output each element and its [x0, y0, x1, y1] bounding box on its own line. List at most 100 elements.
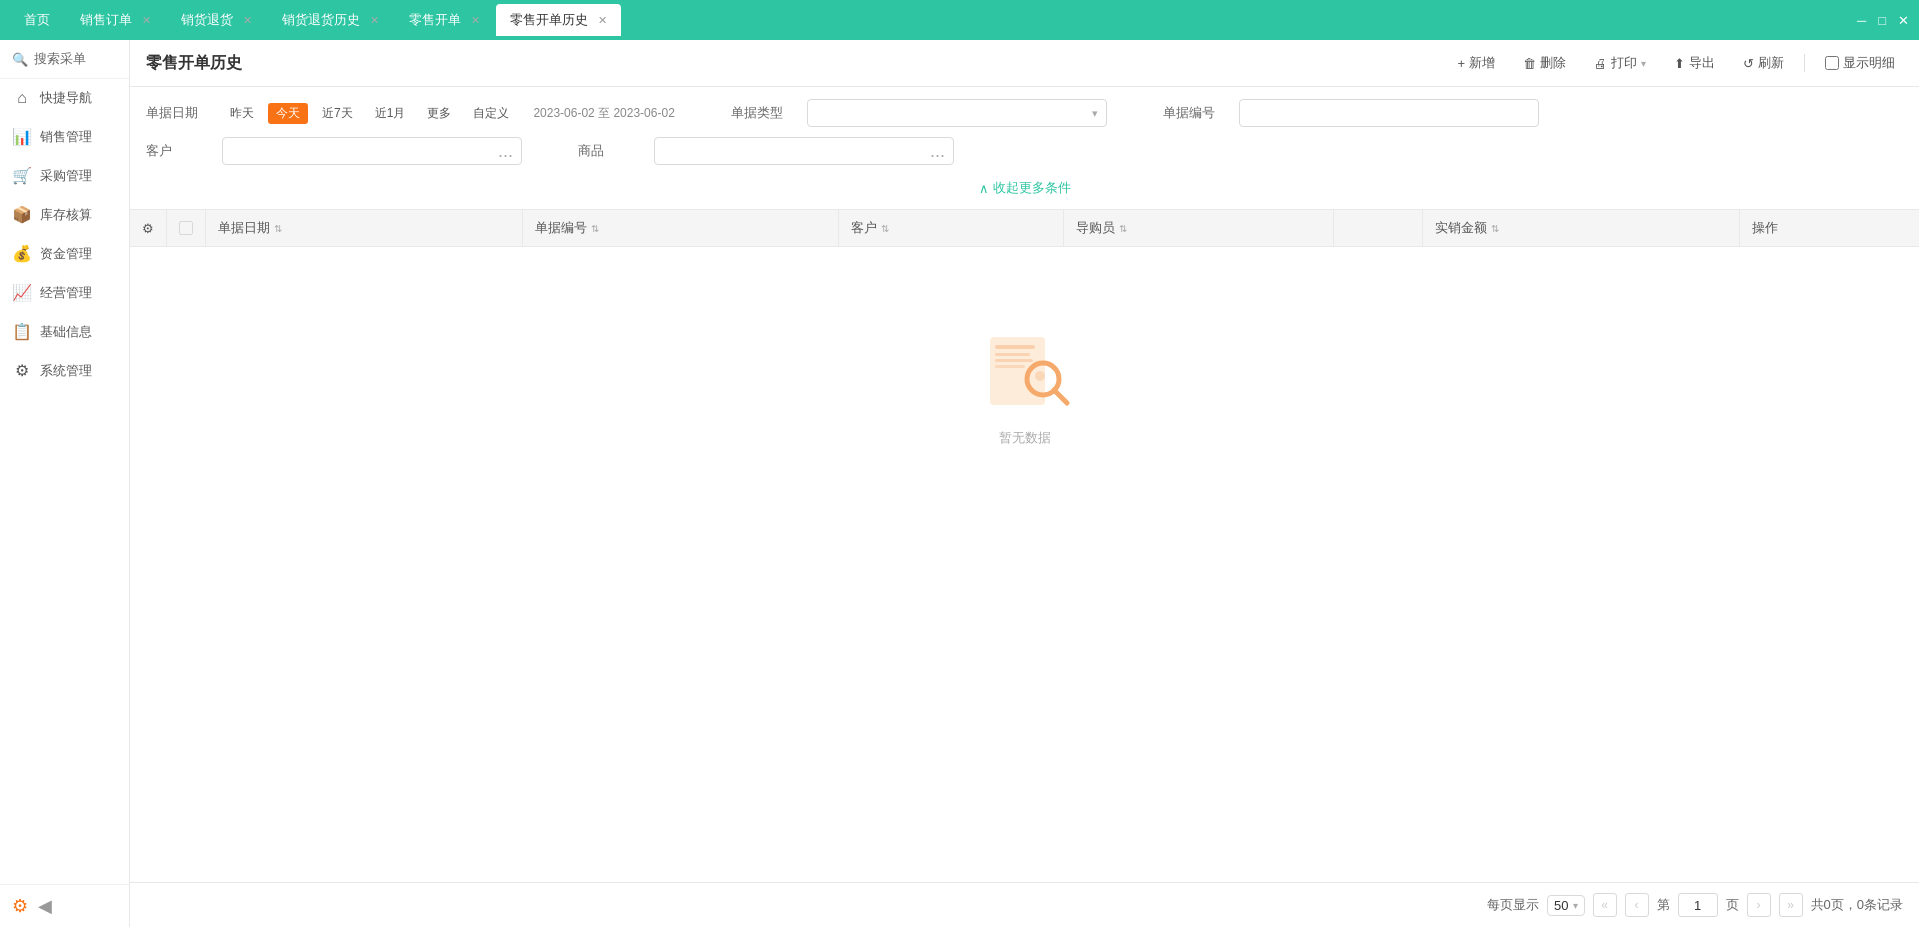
- sidebar-item-inventory[interactable]: 📦 库存核算: [0, 195, 129, 234]
- tab-retail-open-close[interactable]: ✕: [471, 14, 480, 27]
- purchase-icon: 🛒: [12, 166, 32, 185]
- basic-info-icon: 📋: [12, 322, 32, 341]
- refresh-button[interactable]: ↺ 刷新: [1735, 50, 1792, 76]
- delete-label: 删除: [1540, 54, 1566, 72]
- last-page-icon: »: [1787, 898, 1794, 912]
- sidebar-item-system[interactable]: ⚙ 系统管理: [0, 351, 129, 390]
- page-number-input[interactable]: [1678, 893, 1718, 917]
- th-settings[interactable]: ⚙: [130, 210, 167, 247]
- date-opt-last1month[interactable]: 近1月: [367, 103, 414, 124]
- delete-button[interactable]: 🗑 删除: [1515, 50, 1574, 76]
- maximize-button[interactable]: □: [1878, 14, 1886, 27]
- minimize-button[interactable]: ─: [1857, 14, 1866, 27]
- prev-page-button[interactable]: ‹: [1625, 893, 1649, 917]
- collapse-icon: ∧: [979, 181, 989, 196]
- orderno-filter-input[interactable]: [1239, 99, 1539, 127]
- th-amount[interactable]: 实销金额 ⇅: [1423, 210, 1740, 247]
- home-icon: ⌂: [12, 89, 32, 107]
- tab-retail-open[interactable]: 零售开单 ✕: [395, 4, 494, 36]
- filter-panel: 单据日期 昨天 今天 近7天 近1月 更多 自定义 2023-06-02 至 2…: [130, 87, 1919, 210]
- add-button[interactable]: + 新增: [1449, 50, 1503, 76]
- export-button[interactable]: ⬆ 导出: [1666, 50, 1723, 76]
- content-area: 零售开单历史 + 新增 🗑 删除 🖨 打印 ▾ ⬆ 导出: [130, 40, 1919, 927]
- date-opt-today[interactable]: 今天: [268, 103, 308, 124]
- last-page-button[interactable]: »: [1779, 893, 1803, 917]
- tab-sales-order-label: 销售订单: [80, 11, 132, 29]
- sidebar-item-operations[interactable]: 📈 经营管理: [0, 273, 129, 312]
- th-customer-label: 客户: [851, 219, 877, 237]
- sidebar-item-finance[interactable]: 💰 资金管理: [0, 234, 129, 273]
- th-checkbox[interactable]: [167, 210, 206, 247]
- prev-page-icon: ‹: [1635, 898, 1639, 912]
- select-all-checkbox[interactable]: [179, 221, 193, 235]
- sidebar-item-operations-label: 经营管理: [40, 284, 92, 302]
- type-filter-arrow: ▾: [1092, 107, 1098, 120]
- date-opt-yesterday[interactable]: 昨天: [222, 103, 262, 124]
- first-page-button[interactable]: «: [1593, 893, 1617, 917]
- window-controls: ─ □ ✕: [1857, 14, 1909, 27]
- th-actions: 操作: [1739, 210, 1919, 247]
- svg-rect-3: [995, 359, 1033, 362]
- sidebar-item-sales[interactable]: 📊 销售管理: [0, 117, 129, 156]
- collapse-more-button[interactable]: ∧ 收起更多条件: [146, 175, 1903, 201]
- product-filter-label: 商品: [578, 142, 638, 160]
- th-order-no-label: 单据编号: [535, 219, 587, 237]
- tab-home[interactable]: 首页: [10, 4, 64, 36]
- th-order-no[interactable]: 单据编号 ⇅: [522, 210, 839, 247]
- product-dots-icon: ...: [930, 142, 945, 160]
- display-detail-checkbox[interactable]: [1825, 56, 1839, 70]
- date-opt-more[interactable]: 更多: [419, 103, 459, 124]
- th-actions-label: 操作: [1752, 220, 1778, 235]
- th-salesperson[interactable]: 导购员 ⇅: [1063, 210, 1333, 247]
- th-spacer: [1334, 210, 1423, 247]
- display-detail-button[interactable]: 显示明细: [1817, 50, 1903, 76]
- print-icon: 🖨: [1594, 56, 1607, 71]
- th-date[interactable]: 单据日期 ⇅: [206, 210, 523, 247]
- next-page-icon: ›: [1757, 898, 1761, 912]
- empty-icon: [975, 327, 1075, 417]
- tab-sales-return-close[interactable]: ✕: [243, 14, 252, 27]
- data-table: ⚙ 单据日期 ⇅ 单据编号: [130, 210, 1919, 527]
- filter-row-2: 客户 ... 商品 ...: [146, 137, 1903, 165]
- tab-retail-open-history-close[interactable]: ✕: [598, 14, 607, 27]
- product-filter-input[interactable]: ...: [654, 137, 954, 165]
- th-salesperson-sort-icon: ⇅: [1119, 223, 1127, 234]
- sidebar-item-basic-info[interactable]: 📋 基础信息: [0, 312, 129, 351]
- tab-sales-return[interactable]: 销货退货 ✕: [167, 4, 266, 36]
- tab-retail-open-history[interactable]: 零售开单历史 ✕: [496, 4, 621, 36]
- sidebar-collapse-button[interactable]: ◀: [38, 895, 52, 917]
- sidebar-item-sales-label: 销售管理: [40, 128, 92, 146]
- svg-rect-4: [995, 365, 1025, 368]
- sidebar-settings-button[interactable]: ⚙: [12, 895, 28, 917]
- sidebar-item-purchase[interactable]: 🛒 采购管理: [0, 156, 129, 195]
- per-page-label: 每页显示: [1487, 896, 1539, 914]
- inventory-icon: 📦: [12, 205, 32, 224]
- main-layout: 🔍 搜索采单 ⌂ 快捷导航 📊 销售管理 🛒 采购管理 📦 库存核算 💰 资金管…: [0, 40, 1919, 927]
- sidebar-search[interactable]: 🔍 搜索采单: [0, 40, 129, 79]
- print-button[interactable]: 🖨 打印 ▾: [1586, 50, 1654, 76]
- date-opt-last7[interactable]: 近7天: [314, 103, 361, 124]
- close-button[interactable]: ✕: [1898, 14, 1909, 27]
- tab-sales-return-history-close[interactable]: ✕: [370, 14, 379, 27]
- tab-sales-return-history[interactable]: 销货退货历史 ✕: [268, 4, 393, 36]
- type-filter-select[interactable]: ▾: [807, 99, 1107, 127]
- th-customer[interactable]: 客户 ⇅: [839, 210, 1063, 247]
- date-opt-custom[interactable]: 自定义: [465, 103, 517, 124]
- per-page-arrow: ▾: [1573, 900, 1578, 911]
- sidebar-item-inventory-label: 库存核算: [40, 206, 92, 224]
- th-customer-sort-icon: ⇅: [881, 223, 889, 234]
- empty-row: 暂无数据: [130, 247, 1919, 528]
- customer-filter-input[interactable]: ...: [222, 137, 522, 165]
- tab-sales-order-close[interactable]: ✕: [142, 14, 151, 27]
- toolbar-divider: [1804, 54, 1805, 72]
- print-label: 打印: [1611, 54, 1637, 72]
- per-page-select[interactable]: 50 ▾: [1547, 895, 1584, 916]
- search-icon: 🔍: [12, 52, 28, 67]
- display-detail-label: 显示明细: [1843, 54, 1895, 72]
- sidebar-bottom: ⚙ ◀: [0, 884, 129, 927]
- next-page-button[interactable]: ›: [1747, 893, 1771, 917]
- tab-sales-order[interactable]: 销售订单 ✕: [66, 4, 165, 36]
- th-salesperson-label: 导购员: [1076, 219, 1115, 237]
- sidebar-item-quick-nav[interactable]: ⌂ 快捷导航: [0, 79, 129, 117]
- empty-state: 暂无数据: [130, 247, 1919, 527]
